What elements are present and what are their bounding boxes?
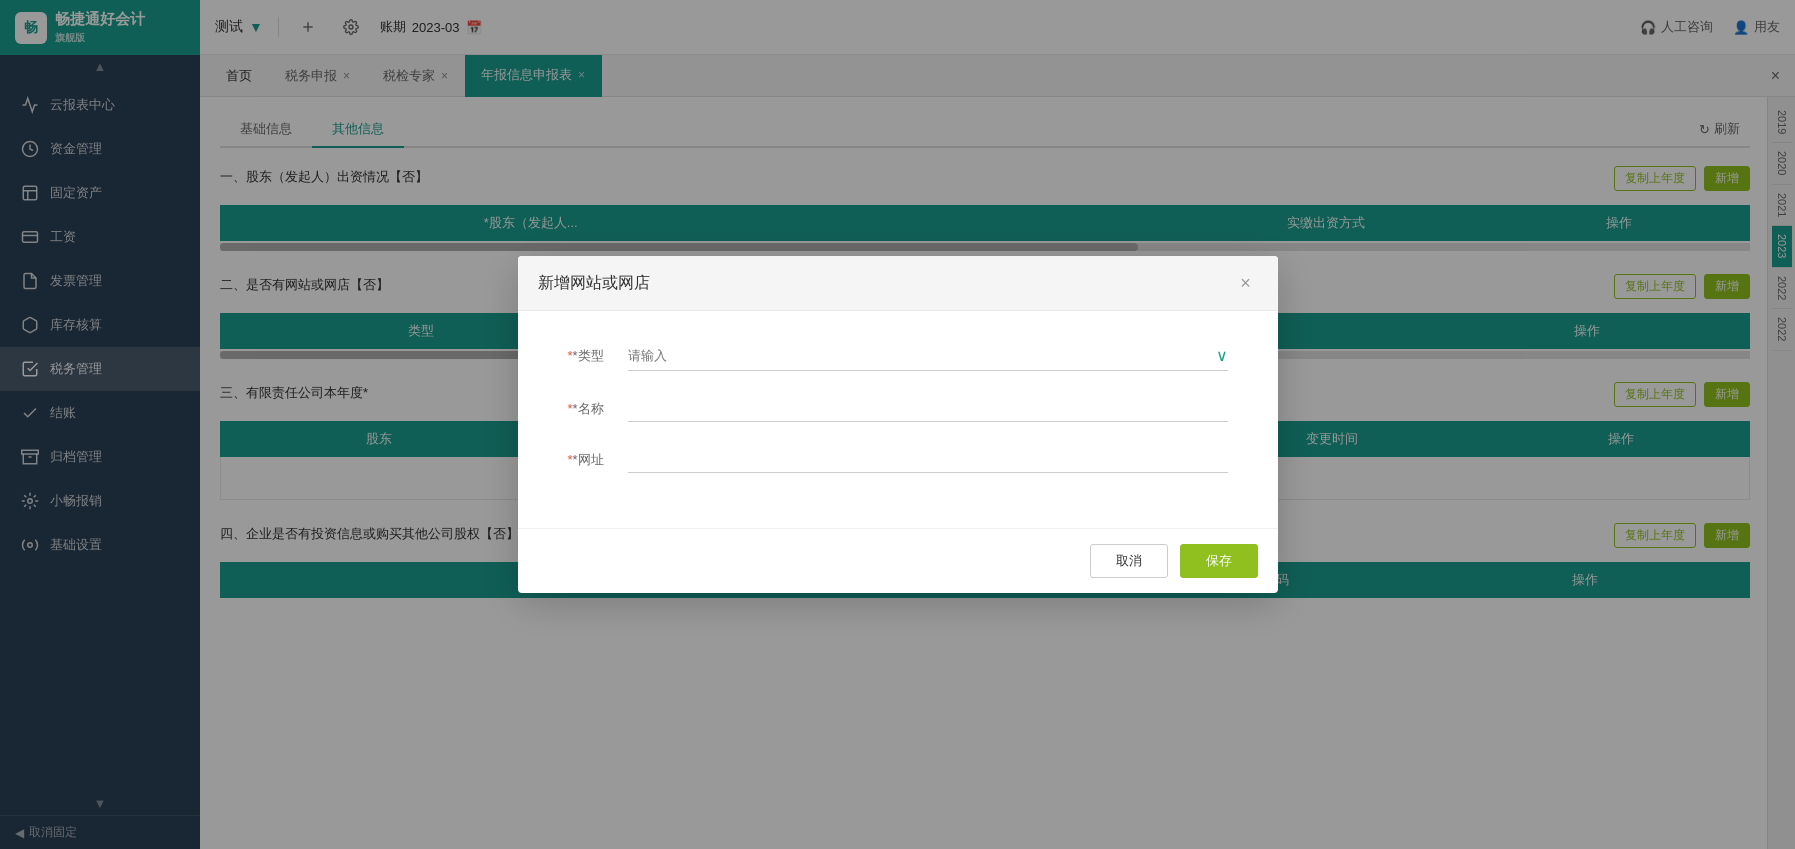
cancel-button[interactable]: 取消 [1090,544,1168,578]
url-label: **网址 [568,451,628,469]
type-select-input[interactable] [628,348,1216,363]
type-select-wrap: ∨ [628,341,1228,371]
type-dropdown-icon[interactable]: ∨ [1216,346,1228,365]
name-control-wrap [628,396,1228,422]
form-row-type: **类型 ∨ [568,341,1228,371]
modal-add-website: 新增网站或网店 × **类型 ∨ **名称 [518,256,1278,593]
name-input[interactable] [628,396,1228,422]
form-row-name: **名称 [568,396,1228,422]
type-control-wrap: ∨ [628,341,1228,371]
url-input[interactable] [628,447,1228,473]
name-label: **名称 [568,400,628,418]
modal-footer: 取消 保存 [518,528,1278,593]
form-row-url: **网址 [568,447,1228,473]
type-label: **类型 [568,347,628,365]
modal-body: **类型 ∨ **名称 [518,311,1278,528]
modal-title: 新增网站或网店 [538,273,650,294]
url-control-wrap [628,447,1228,473]
save-button[interactable]: 保存 [1180,544,1258,578]
modal-overlay: 新增网站或网店 × **类型 ∨ **名称 [0,0,1795,849]
modal-close-button[interactable]: × [1234,271,1258,295]
modal-header: 新增网站或网店 × [518,256,1278,311]
